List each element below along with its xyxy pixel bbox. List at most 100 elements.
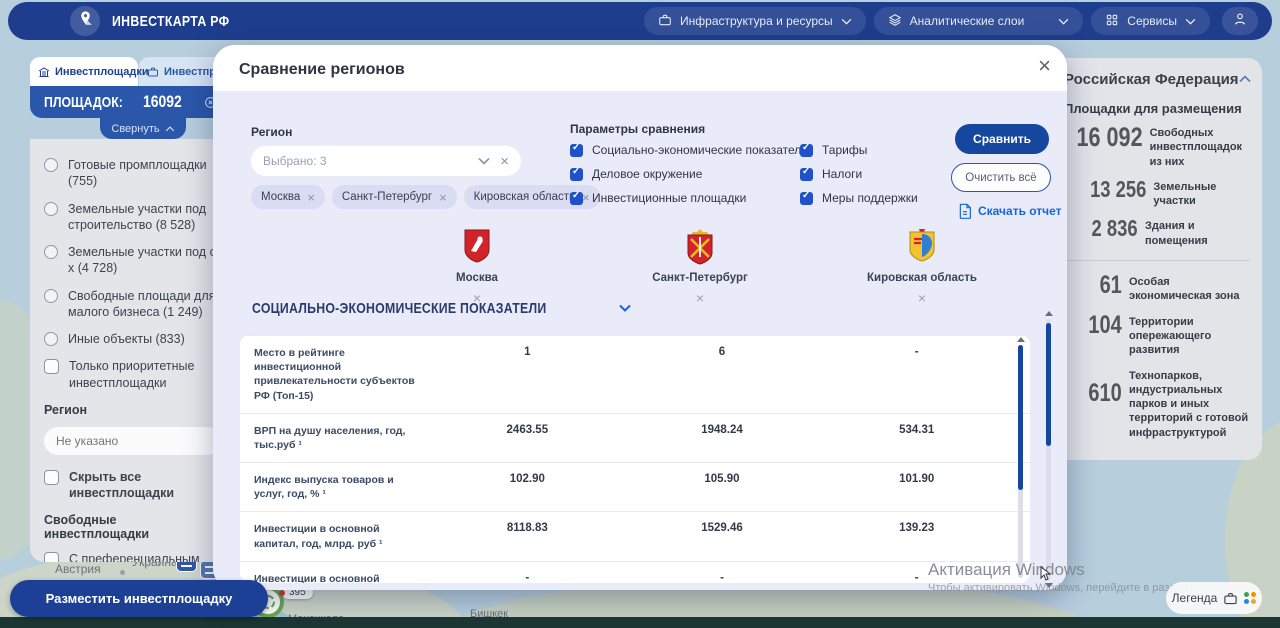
radio-icon[interactable] (44, 158, 58, 172)
value-spb: - (720, 571, 724, 583)
chip-remove-icon[interactable] (439, 190, 447, 205)
chip-label: Москва (261, 191, 301, 203)
value-spb: 105.90 (704, 473, 740, 486)
scroll-up-arrow[interactable] (1017, 337, 1025, 342)
top-nav-bar: ИНВЕСТКАРТА РФ Инфраструктура и ресурсы … (8, 2, 1272, 40)
checkbox-icon[interactable] (44, 552, 59, 562)
param-checkbox-row[interactable]: Деловое окружение (570, 166, 808, 181)
checkbox-checked-icon[interactable] (800, 142, 813, 157)
value-moscow: 1 (524, 346, 531, 358)
menu-services[interactable]: Сервисы (1091, 7, 1210, 35)
scroll-up-arrow[interactable] (1045, 311, 1053, 316)
close-icon[interactable]: × (1038, 53, 1051, 79)
region-chip[interactable]: Москва (251, 185, 325, 209)
checkbox-checked-icon[interactable] (570, 166, 583, 181)
compare-region-kirov: Кировская область × (842, 229, 1002, 306)
checkbox-icon[interactable] (44, 469, 59, 485)
menu-infrastructure[interactable]: Инфраструктура и ресурсы (644, 7, 866, 35)
checkbox-icon[interactable] (44, 359, 59, 375)
clear-all-button[interactable]: Очистить всё (951, 163, 1051, 192)
chip-remove-icon[interactable] (307, 190, 315, 205)
region-select-label: Регион (251, 125, 293, 139)
hide-all-checkbox-row[interactable]: Скрыть все инвестплощадки (44, 469, 222, 502)
selected-region-chips: Москва Санкт-Петербург Кировская область (251, 185, 600, 209)
panel-subtitle: Площадки для размещения (1064, 101, 1242, 116)
param-checkbox-row[interactable]: Инвестиционные площадки (570, 190, 808, 205)
collapse-panel-button[interactable]: Свернуть (100, 118, 186, 139)
remove-region-icon[interactable]: × (620, 290, 780, 306)
modal-scrollbar[interactable] (1045, 311, 1053, 588)
region-name: Кировская область (866, 272, 977, 284)
radio-icon[interactable] (44, 245, 58, 259)
chip-label: Кировская область (473, 191, 575, 203)
site-type-option[interactable]: Земельные участки под строительство (8 5… (44, 201, 222, 234)
region-comparison-modal: Сравнение регионов × Регион Выбрано: 3 ×… (213, 45, 1067, 590)
region-chip[interactable]: Санкт-Петербург (331, 185, 457, 209)
socioeconomic-section-header[interactable]: СОЦИАЛЬНО-ЭКОНОМИЧЕСКИЕ ПОКАЗАТЕЛИ (252, 299, 631, 317)
tab-invest-sites[interactable]: Инвестплощадки (30, 57, 149, 86)
chevron-down-icon[interactable] (478, 157, 490, 165)
radio-icon[interactable] (44, 288, 58, 303)
site-type-option[interactable]: Готовые промплощадки (755) (44, 157, 222, 190)
params-column-1: Социально-экономические показатели Делов… (570, 142, 808, 205)
site-type-option[interactable]: Земельные участки под с/х (4 728) (44, 244, 222, 277)
table-scrollbar[interactable] (1017, 337, 1025, 578)
region-name: Санкт-Петербург (652, 272, 748, 284)
free-site-checkbox-row[interactable]: С преференциальным режимом (2 382) (44, 551, 222, 562)
checkbox-checked-icon[interactable] (570, 142, 583, 157)
legend-button[interactable]: Легенда (1166, 582, 1262, 614)
radio-icon[interactable] (44, 201, 58, 216)
param-checkbox-row[interactable]: Тарифы (800, 142, 918, 157)
value-moscow: - (525, 571, 530, 583)
remove-region-icon[interactable]: × (842, 290, 1002, 306)
param-checkbox-row[interactable]: Социально-экономические показатели (570, 142, 808, 157)
place-investsite-button[interactable]: Разместить инвестплощадку (10, 580, 268, 617)
hide-all-label: Скрыть все инвестплощадки (69, 469, 175, 500)
param-label: Налоги (822, 167, 863, 181)
sites-counter-bar: ПЛОЩАДОК: 16092 Очистить (30, 86, 269, 118)
site-type-option[interactable]: Свободные площади для малого бизнеса (1 … (44, 288, 222, 321)
map-bottom-strip (0, 617, 1280, 628)
value-kirov: 534.31 (899, 423, 935, 436)
building-icon (38, 66, 50, 78)
checkbox-checked-icon[interactable] (800, 190, 813, 205)
region-multiselect[interactable]: Выбрано: 3 × (251, 146, 521, 176)
value-kirov: 101.90 (899, 473, 935, 486)
clear-select-icon[interactable]: × (500, 153, 509, 170)
stat-sez: 61 Особая экономическая зона (1060, 273, 1252, 304)
briefcase-icon (658, 13, 672, 30)
checkbox-checked-icon[interactable] (800, 166, 813, 181)
modal-body: Регион Выбрано: 3 × Москва Санкт-Петерб (213, 91, 1067, 590)
user-profile-button[interactable] (1222, 7, 1258, 35)
param-checkbox-row[interactable]: Налоги (800, 166, 918, 181)
app-screen: Австрия Украина Болгария Махачкала Бишке… (0, 0, 1280, 628)
region-filter-input[interactable] (44, 426, 222, 455)
site-type-label: Земельные участки под с/х (4 728) (68, 245, 220, 276)
document-icon (958, 203, 972, 219)
compare-region-spb: Санкт-Петербург × (620, 229, 780, 306)
radio-icon[interactable] (44, 332, 58, 346)
stat-value: 16 092 (1076, 122, 1143, 152)
site-type-label: Готовые промплощадки (755) (68, 158, 207, 189)
panel-divider (1062, 260, 1250, 262)
checkbox-checked-icon[interactable] (570, 190, 583, 205)
download-report-link[interactable]: Скачать отчет (958, 203, 1062, 219)
site-type-option[interactable]: Иные объекты (833) (44, 331, 222, 347)
chevron-up-icon[interactable] (1238, 70, 1251, 88)
mouse-cursor (1040, 565, 1052, 586)
chevron-down-icon (841, 14, 852, 28)
stat-technoparks: 610 Технопарков, индустриальных парков и… (1060, 367, 1252, 440)
stat-asez: 104 Территории опережающего развития (1060, 312, 1252, 358)
menu-analytic-layers[interactable]: Аналитические слои (873, 7, 1084, 35)
priority-only-checkbox-row[interactable]: Только приоритетные инвестплощадки (44, 358, 222, 391)
param-checkbox-row[interactable]: Меры поддержки (800, 190, 918, 205)
brand-logo[interactable] (70, 6, 100, 36)
priority-only-label: Только приоритетные инвестплощадки (69, 359, 195, 390)
stat-free-sites: 16 092 Свободных инвестплощадок из них (1060, 124, 1252, 169)
table-row: Инвестиции в основной капитал, год, млрд… (240, 511, 1030, 560)
compare-button[interactable]: Сравнить (955, 124, 1049, 154)
indicator-label: ВРП на душу населения, год, тыс.руб ¹ (254, 424, 406, 451)
indicator-label: Инвестиции в основной капитал на душу на… (254, 572, 380, 583)
briefcase-icon (1223, 591, 1238, 606)
comparison-table: Место в рейтинге инвестиционной привлека… (240, 335, 1030, 583)
